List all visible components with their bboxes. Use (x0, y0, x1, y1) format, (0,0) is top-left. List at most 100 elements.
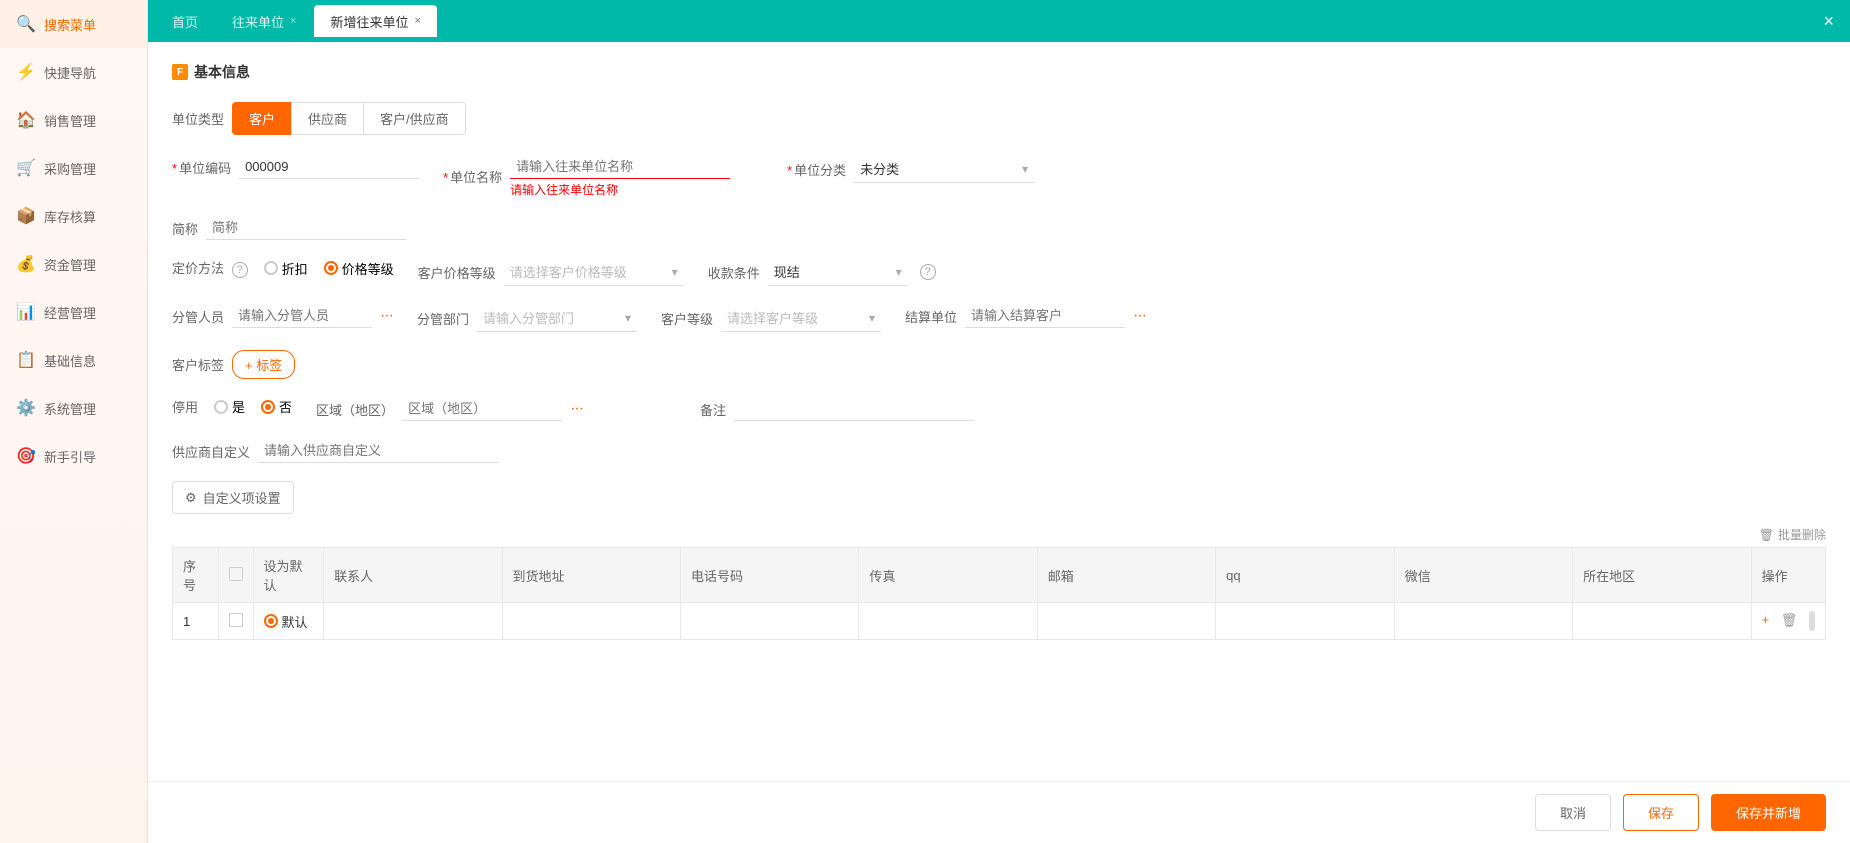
save-new-button[interactable]: 保存并新增 (1711, 794, 1826, 831)
disabled-no-circle (261, 400, 275, 414)
sidebar-item-system[interactable]: ⚙️ 系统管理 (0, 384, 147, 432)
unit-name-input[interactable] (510, 155, 730, 179)
manager-input[interactable] (232, 304, 372, 328)
unit-type-customer[interactable]: 客户 (232, 102, 292, 135)
cancel-button[interactable]: 取消 (1535, 794, 1611, 831)
contact-table: 序号 设为默认 联系人 到货地址 电话号码 传真 邮箱 qq 微信 所在地区 操… (172, 547, 1826, 640)
operation-icon: 📊 (16, 302, 36, 322)
customer-price-level-field: 客户价格等级 请选择客户价格等级 ▾ (418, 258, 684, 286)
sidebar-item-search[interactable]: 🔍 搜索菜单 (0, 0, 147, 48)
cell-phone[interactable] (680, 603, 858, 640)
pricing-radio-group: 折扣 价格等级 (264, 259, 394, 278)
sales-icon: 🏠 (16, 110, 36, 130)
cell-email[interactable] (1037, 603, 1215, 640)
section-title: F 基本信息 (172, 62, 1826, 82)
disabled-yes-radio[interactable]: 是 (214, 397, 245, 416)
unit-category-label: *单位分类 (787, 160, 846, 179)
customer-price-level-select[interactable]: 请选择客户价格等级 ▾ (504, 258, 684, 286)
cell-region[interactable] (1573, 603, 1751, 640)
add-tag-button[interactable]: + 标签 (232, 350, 295, 379)
custom-settings-button[interactable]: ⚙ 自定义项设置 (172, 481, 294, 514)
custom-settings-label: 自定义项设置 (203, 488, 281, 507)
cell-fax[interactable] (859, 603, 1037, 640)
region-more-icon[interactable]: ··· (570, 400, 583, 418)
unit-category-field: *单位分类 未分类 ▾ (787, 155, 1034, 183)
disabled-label: 停用 (172, 397, 198, 416)
purchase-icon: 🛒 (16, 158, 36, 178)
tab-close-counterpart[interactable]: × (290, 15, 296, 27)
unit-name-field: *单位名称 请输入往来单位名称 (443, 155, 763, 198)
pricing-discount-radio[interactable]: 折扣 (264, 259, 308, 278)
unit-name-label: *单位名称 (443, 167, 502, 186)
disabled-no-radio[interactable]: 否 (261, 397, 292, 416)
customer-level-select[interactable]: 请选择客户等级 ▾ (721, 304, 881, 332)
tab-home[interactable]: 首页 (156, 5, 214, 37)
sidebar-item-quicknav[interactable]: ⚡ 快捷导航 (0, 48, 147, 96)
pricing-level-radio[interactable]: 价格等级 (324, 259, 394, 278)
unit-name-error: 请输入往来单位名称 (510, 181, 730, 198)
col-region: 所在地区 (1573, 548, 1751, 603)
sidebar-item-operation[interactable]: 📊 经营管理 (0, 288, 147, 336)
settlement-unit-input[interactable] (965, 304, 1125, 328)
payment-terms-field: 收款条件 现结 ▾ ? (708, 258, 936, 286)
bottom-bar: 取消 保存 保存并新增 (148, 781, 1850, 843)
cell-qq[interactable] (1216, 603, 1395, 640)
window-close-button[interactable]: × (1815, 11, 1842, 32)
save-button[interactable]: 保存 (1623, 794, 1699, 831)
sidebar-item-newbie[interactable]: 🎯 新手引导 (0, 432, 147, 480)
sidebar-item-label: 经营管理 (44, 303, 96, 322)
unit-type-both[interactable]: 客户/供应商 (363, 102, 466, 135)
row-checkbox[interactable] (229, 613, 243, 627)
supplier-custom-row: 供应商自定义 (172, 439, 1826, 463)
supplier-custom-input[interactable] (258, 439, 498, 463)
payment-terms-select[interactable]: 现结 ▾ (768, 258, 908, 286)
unit-category-select[interactable]: 未分类 ▾ (854, 155, 1034, 183)
inventory-icon: 📦 (16, 206, 36, 226)
cell-contact[interactable] (324, 603, 502, 640)
unit-type-group: 客户 供应商 客户/供应商 (232, 102, 465, 135)
table-row: 1 默认 (173, 603, 1826, 640)
manager-more-icon[interactable]: ··· (380, 307, 393, 325)
col-qq: qq (1216, 548, 1395, 603)
sidebar-item-purchase[interactable]: 🛒 采购管理 (0, 144, 147, 192)
sidebar-item-finance[interactable]: 💰 资金管理 (0, 240, 147, 288)
sidebar-item-inventory[interactable]: 📦 库存核算 (0, 192, 147, 240)
col-seq: 序号 (173, 548, 219, 603)
pricing-help-icon[interactable]: ? (232, 262, 248, 278)
row-default-radio[interactable]: 默认 (264, 612, 314, 631)
supplier-custom-field: 供应商自定义 (172, 439, 498, 463)
supplier-custom-label: 供应商自定义 (172, 442, 250, 461)
cell-address[interactable] (502, 603, 680, 640)
region-field: 区域（地区） ··· (316, 397, 676, 421)
tab-label: 往来单位 (232, 12, 284, 31)
tab-new-counterpart[interactable]: 新增往来单位 × (314, 5, 436, 37)
settlement-unit-label: 结算单位 (905, 307, 957, 326)
sidebar-item-label: 销售管理 (44, 111, 96, 130)
payment-terms-help-icon[interactable]: ? (920, 264, 936, 280)
settlement-unit-more-icon[interactable]: ··· (1133, 307, 1146, 325)
cell-default: 默认 (253, 603, 324, 640)
department-select[interactable]: 请输入分管部门 ▾ (477, 304, 637, 332)
unit-type-supplier[interactable]: 供应商 (291, 102, 364, 135)
region-label: 区域（地区） (316, 400, 394, 419)
abbr-input[interactable] (206, 216, 406, 240)
delete-row-button[interactable]: 🗑 (1781, 612, 1798, 627)
tab-close-new-counterpart[interactable]: × (414, 15, 420, 27)
row-default-circle (264, 614, 278, 628)
sidebar-item-sales[interactable]: 🏠 销售管理 (0, 96, 147, 144)
batch-delete-area[interactable]: 🗑 批量删除 (172, 526, 1826, 543)
tab-counterpart[interactable]: 往来单位 × (216, 5, 312, 37)
unit-code-input[interactable] (239, 155, 419, 179)
customer-level-arrow: ▾ (869, 311, 875, 325)
region-input[interactable] (402, 397, 562, 421)
quick-nav-icon: ⚡ (16, 62, 36, 82)
remark-input[interactable] (734, 397, 974, 421)
sidebar-item-basic-info[interactable]: 📋 基础信息 (0, 336, 147, 384)
finance-icon: 💰 (16, 254, 36, 274)
col-default: 设为默认 (253, 548, 324, 603)
cell-wechat[interactable] (1394, 603, 1572, 640)
add-row-button[interactable]: + (1762, 612, 1770, 627)
section-title-text: 基本信息 (194, 62, 250, 82)
department-field: 分管部门 请输入分管部门 ▾ (417, 304, 637, 332)
select-all-checkbox[interactable] (229, 567, 243, 581)
